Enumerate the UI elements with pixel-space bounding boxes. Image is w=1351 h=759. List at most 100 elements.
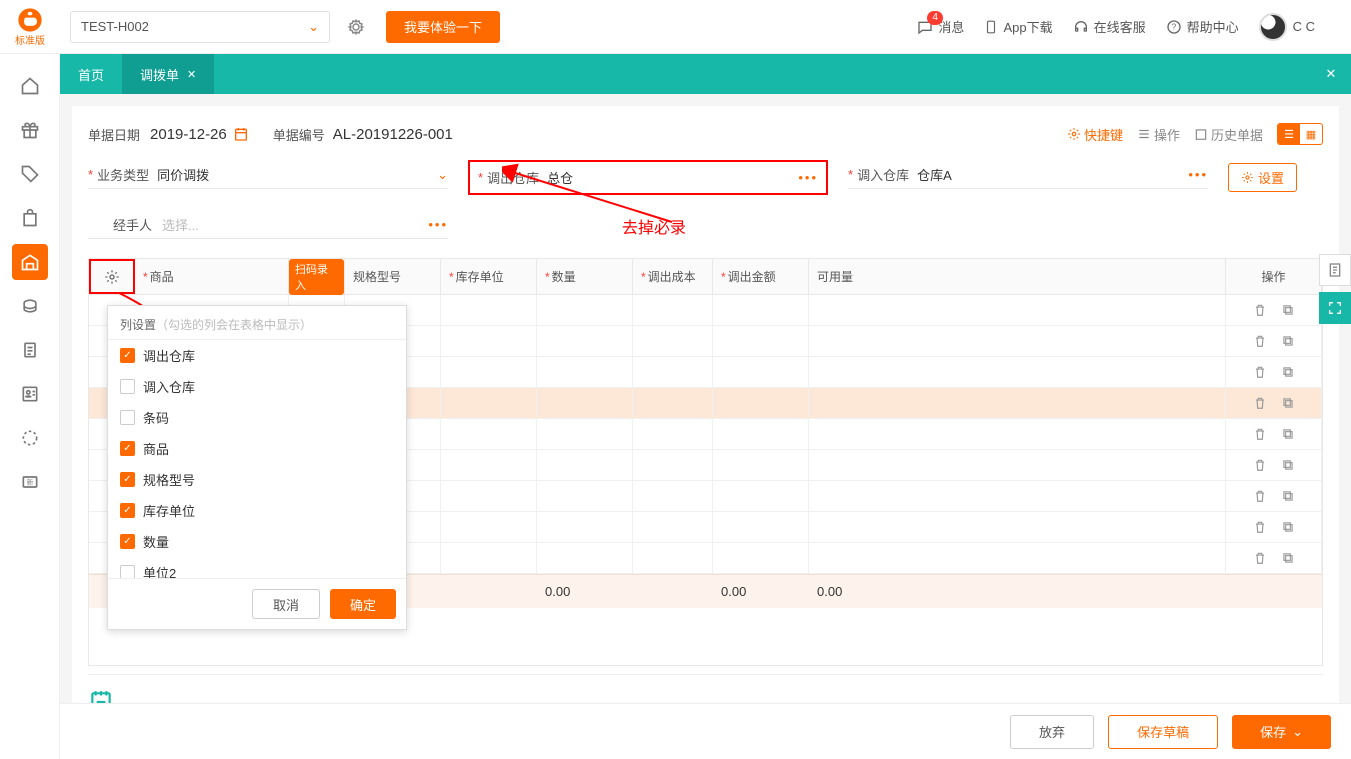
calendar-icon <box>1194 127 1208 141</box>
nav-bag-icon[interactable] <box>12 200 48 236</box>
column-option[interactable]: ✓规格型号 <box>108 464 406 495</box>
column-option[interactable]: ✓商品 <box>108 433 406 464</box>
column-option[interactable]: 调入仓库 <box>108 371 406 402</box>
delete-row-icon[interactable] <box>1253 427 1267 441</box>
discard-button[interactable]: 放弃 <box>1010 715 1094 749</box>
close-icon[interactable]: ✕ <box>187 68 196 81</box>
column-option-label: 数量 <box>143 532 169 551</box>
copy-row-icon[interactable] <box>1281 427 1295 441</box>
nav-new-icon[interactable]: 新 <box>12 464 48 500</box>
nav-home-icon[interactable] <box>12 68 48 104</box>
tab-home[interactable]: 首页 <box>60 54 122 94</box>
messages-link[interactable]: 4 消息 <box>917 17 964 36</box>
help-center-link[interactable]: ? 帮助中心 <box>1166 17 1239 36</box>
nav-gift-icon[interactable] <box>12 112 48 148</box>
doc-date-value[interactable]: 2019-12-26 <box>150 126 227 143</box>
footer-avail: 0.00 <box>809 575 1226 608</box>
user-menu[interactable]: C C <box>1259 13 1315 41</box>
try-button[interactable]: 我要体验一下 <box>386 11 500 43</box>
shortcut-link[interactable]: 快捷键 <box>1067 125 1123 144</box>
delete-row-icon[interactable] <box>1253 396 1267 410</box>
logo-icon <box>16 6 44 34</box>
settings-button[interactable]: 设置 <box>1228 163 1297 192</box>
gear-icon <box>104 269 120 285</box>
gear-icon <box>347 18 365 36</box>
app-download-link[interactable]: App下载 <box>984 17 1052 36</box>
phone-icon <box>984 19 998 35</box>
nav-money-icon[interactable] <box>12 288 48 324</box>
history-link[interactable]: 历史单据 <box>1194 125 1263 144</box>
more-icon[interactable]: ••• <box>798 170 818 185</box>
operate-link[interactable]: 操作 <box>1137 125 1180 144</box>
nav-clipboard-icon[interactable] <box>12 332 48 368</box>
footer-qty: 0.00 <box>537 575 633 608</box>
col-qty: *数量 <box>537 259 633 294</box>
column-option[interactable]: ✓数量 <box>108 526 406 557</box>
ok-button[interactable]: 确定 <box>330 589 396 619</box>
view-toggle[interactable]: ☰ ▦ <box>1277 123 1323 145</box>
doc-no-label: 单据编号 <box>273 125 325 144</box>
popup-actions: 取消 确定 <box>108 579 406 629</box>
customer-service-link[interactable]: 在线客服 <box>1073 17 1146 36</box>
save-draft-button[interactable]: 保存草稿 <box>1108 715 1218 749</box>
delete-row-icon[interactable] <box>1253 458 1267 472</box>
column-list[interactable]: ✓调出仓库调入仓库条码✓商品✓规格型号✓库存单位✓数量单位2 <box>108 339 406 579</box>
copy-row-icon[interactable] <box>1281 303 1295 317</box>
checkbox-icon <box>120 565 135 579</box>
tabs-bar: 首页 调拨单✕ ✕ <box>60 54 1351 94</box>
delete-row-icon[interactable] <box>1253 489 1267 503</box>
footer-amt: 0.00 <box>713 575 809 608</box>
save-button[interactable]: 保存 ⌄ <box>1232 715 1331 749</box>
field-handler[interactable]: 经手人 选择... ••• <box>88 215 448 239</box>
list-view-icon[interactable]: ☰ <box>1278 124 1300 144</box>
store-selector[interactable]: TEST-H002 ⌄ <box>70 11 330 43</box>
store-name: TEST-H002 <box>81 19 149 34</box>
calendar-icon[interactable] <box>233 126 249 142</box>
column-option-label: 库存单位 <box>143 501 195 520</box>
copy-row-icon[interactable] <box>1281 551 1295 565</box>
notes-toggle[interactable] <box>1319 254 1351 286</box>
column-option-label: 调入仓库 <box>143 377 195 396</box>
column-option[interactable]: 单位2 <box>108 557 406 579</box>
column-option[interactable]: 条码 <box>108 402 406 433</box>
field-in-warehouse[interactable]: * 调入仓库 仓库A ••• <box>848 165 1208 189</box>
field-out-warehouse[interactable]: * 调出仓库 总仓 ••• <box>468 160 828 195</box>
cancel-button[interactable]: 取消 <box>252 589 320 619</box>
nav-tag-icon[interactable] <box>12 156 48 192</box>
field-business-type[interactable]: * 业务类型 同价调拨 ⌄ <box>88 165 448 189</box>
delete-row-icon[interactable] <box>1253 551 1267 565</box>
col-unit: *库存单位 <box>441 259 537 294</box>
items-table: *商品 扫码录入 规格型号 *库存单位 *数量 *调出成本 *调出金额 可用量 … <box>88 258 1323 666</box>
svg-text:新: 新 <box>26 478 33 487</box>
copy-row-icon[interactable] <box>1281 334 1295 348</box>
tab-transfer-order[interactable]: 调拨单✕ <box>122 54 214 94</box>
delete-row-icon[interactable] <box>1253 303 1267 317</box>
more-icon[interactable]: ••• <box>428 217 448 232</box>
delete-row-icon[interactable] <box>1253 365 1267 379</box>
fullscreen-toggle[interactable] <box>1319 292 1351 324</box>
delete-row-icon[interactable] <box>1253 520 1267 534</box>
copy-row-icon[interactable] <box>1281 520 1295 534</box>
nav-circle-icon[interactable] <box>12 420 48 456</box>
col-cost: *调出成本 <box>633 259 713 294</box>
document-info-row: 单据日期 2019-12-26 单据编号 AL-20191226-001 快捷键… <box>88 116 1323 152</box>
copy-row-icon[interactable] <box>1281 458 1295 472</box>
copy-row-icon[interactable] <box>1281 365 1295 379</box>
column-option[interactable]: ✓库存单位 <box>108 495 406 526</box>
list-icon <box>1137 127 1151 141</box>
nav-contact-icon[interactable] <box>12 376 48 412</box>
column-option[interactable]: ✓调出仓库 <box>108 340 406 371</box>
logo-subtitle: 标准版 <box>15 32 45 47</box>
nav-warehouse-icon[interactable] <box>12 244 48 280</box>
form-row-2: 经手人 选择... ••• <box>88 202 1323 252</box>
message-badge: 4 <box>927 11 943 25</box>
copy-row-icon[interactable] <box>1281 489 1295 503</box>
grid-view-icon[interactable]: ▦ <box>1300 124 1322 144</box>
delete-row-icon[interactable] <box>1253 334 1267 348</box>
col-scan[interactable]: 扫码录入 <box>289 259 345 294</box>
more-icon[interactable]: ••• <box>1188 167 1208 182</box>
close-all-tabs[interactable]: ✕ <box>1311 54 1351 94</box>
copy-row-icon[interactable] <box>1281 396 1295 410</box>
settings-gear-button[interactable] <box>340 11 372 43</box>
column-settings-button[interactable] <box>89 259 135 294</box>
